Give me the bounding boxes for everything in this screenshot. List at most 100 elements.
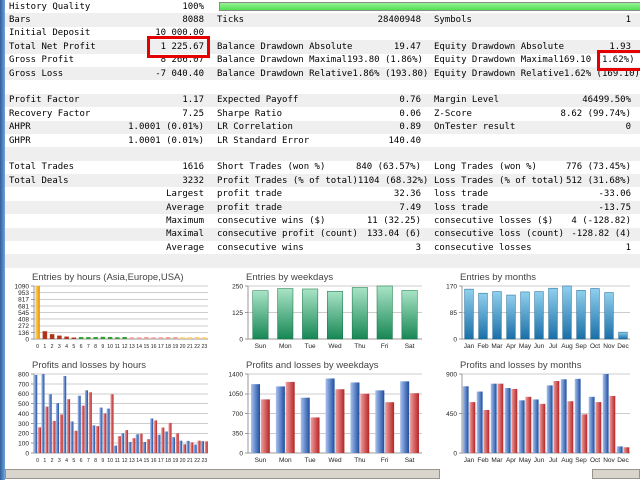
x-tick-label: 14 <box>136 344 142 350</box>
stat-cell: Total Net Profit 1 225.67 <box>5 40 213 53</box>
profits-bar <box>476 391 483 453</box>
bar <box>590 288 600 340</box>
tester-report-window: History Quality 100% Bars 8088 Ticks 28400948… <box>0 0 640 480</box>
stat-cell: Total Trades 1616 <box>5 161 213 174</box>
table-row: Gross Profit 8 266.07 Balance Drawdown Max… <box>5 54 640 67</box>
horizontal-scrollbar-right[interactable] <box>592 469 640 479</box>
bar <box>506 294 516 340</box>
losses-bar <box>204 441 208 453</box>
stat-value: 1616 <box>182 162 204 173</box>
x-tick-label: Sun <box>255 343 267 350</box>
bar <box>122 337 127 339</box>
x-tick-label: 19 <box>172 344 178 350</box>
stat-value: Maximum <box>166 215 204 226</box>
x-tick-label: Nov <box>603 343 615 350</box>
y-tick-label: 0 <box>453 450 457 457</box>
profits-bar <box>200 441 204 453</box>
stat-label: History Quality <box>9 1 91 12</box>
losses-bar <box>553 381 560 453</box>
stat-cell: LR Correlation 0.89 <box>213 121 430 134</box>
bar <box>576 290 586 340</box>
y-tick-label: 250 <box>232 284 243 290</box>
bar <box>180 337 185 339</box>
profits-bar <box>113 445 117 453</box>
x-tick-label: Feb <box>477 457 489 464</box>
x-tick-label: 12 <box>122 458 128 464</box>
stat-label: profit trade <box>217 189 283 200</box>
bar <box>327 291 343 340</box>
stat-cell: consecutive losses ($) 4 (-128.82) <box>430 214 640 227</box>
stat-value: 1 225.67 <box>160 41 204 52</box>
profits-bar <box>142 441 146 453</box>
bar <box>71 337 77 339</box>
x-tick-label: 5 <box>72 344 75 350</box>
stat-value: Average <box>166 202 204 213</box>
stat-cell: AHPR 1.0001 (0.01%) <box>5 121 213 134</box>
bar <box>492 291 502 340</box>
stat-value: -33.06 <box>598 189 631 200</box>
stat-label: Gross Profit <box>9 55 75 66</box>
losses-bar <box>132 438 136 453</box>
profits-bar <box>275 386 285 453</box>
stat-value: 0.76 <box>399 95 421 106</box>
losses-bar <box>168 422 172 453</box>
horizontal-scrollbar-left[interactable] <box>5 469 440 479</box>
losses-bar <box>110 394 114 453</box>
losses-bar <box>285 381 295 453</box>
bar <box>35 286 40 339</box>
stat-value: 8 266.07 <box>160 55 204 66</box>
losses-bar <box>497 383 504 453</box>
stat-value: 1.17 <box>182 95 204 106</box>
losses-bar <box>609 395 616 453</box>
bar <box>78 337 84 339</box>
stat-label: Equity Drawdown Absolute <box>434 41 565 52</box>
stat-value: 193.80 (1.86%) <box>347 55 423 66</box>
x-tick-label: Sep <box>575 343 587 350</box>
x-tick-label: 10 <box>107 458 113 464</box>
x-tick-label: 13 <box>129 458 135 464</box>
chart-title: Entries by months <box>460 272 537 283</box>
profits-bar <box>92 425 96 453</box>
stat-cell: Equity Drawdown Absolute 1.93 <box>430 40 640 53</box>
losses-bar <box>125 430 129 453</box>
entries-by-months-plot: 0 85 170 Jan Feb Mar Apr May Jun Jul Aug Sep Oct Nov D… <box>446 284 630 350</box>
profits-bar <box>121 433 125 453</box>
x-tick-label: Dec <box>617 457 629 464</box>
x-tick-label: 16 <box>151 458 157 464</box>
losses-bar <box>81 405 85 453</box>
x-tick-label: Fri <box>381 457 389 464</box>
stat-value: 1104 (68.32%) <box>357 175 429 186</box>
stat-value: 133.04 (6) <box>366 229 421 240</box>
stat-cell <box>430 80 640 93</box>
bar <box>165 337 171 339</box>
losses-bar <box>483 409 490 453</box>
x-tick-label: 22 <box>194 458 200 464</box>
x-tick-label: 12 <box>122 344 128 350</box>
x-tick-label: 3 <box>58 458 61 464</box>
stat-value: 0 <box>625 122 631 133</box>
profits-bar <box>490 383 497 453</box>
x-tick-label: Tue <box>305 343 316 350</box>
bar <box>144 337 149 339</box>
stat-value: 3232 <box>182 175 204 186</box>
y-tick-label: 0 <box>25 336 29 343</box>
stat-cell: loss trade -33.06 <box>430 187 640 200</box>
stat-cell <box>213 80 430 93</box>
stat-value: 512 (31.68%) <box>565 175 631 186</box>
y-tick-label: 125 <box>232 310 243 317</box>
stat-cell: LR Standard Error 140.40 <box>213 134 430 147</box>
profits-bar <box>462 386 469 453</box>
x-tick-label: 4 <box>65 458 68 464</box>
stat-value: 140.40 <box>388 135 421 146</box>
x-tick-label: 19 <box>172 458 178 464</box>
stat-cell: profit trade 7.49 <box>213 201 430 214</box>
x-tick-label: Apr <box>506 457 517 464</box>
x-tick-label: May <box>519 457 532 464</box>
stat-value: 840 (63.57%) <box>355 162 421 173</box>
x-tick-label: Tue <box>305 457 316 464</box>
statistics-table: History Quality 100% Bars 8088 Ticks 28400948… <box>5 0 640 268</box>
x-tick-label: 21 <box>187 344 193 350</box>
history-quality-progress-bar <box>219 2 640 11</box>
x-tick-label: Sat <box>405 457 415 464</box>
stat-cell: OnTester result 0 <box>430 121 640 134</box>
